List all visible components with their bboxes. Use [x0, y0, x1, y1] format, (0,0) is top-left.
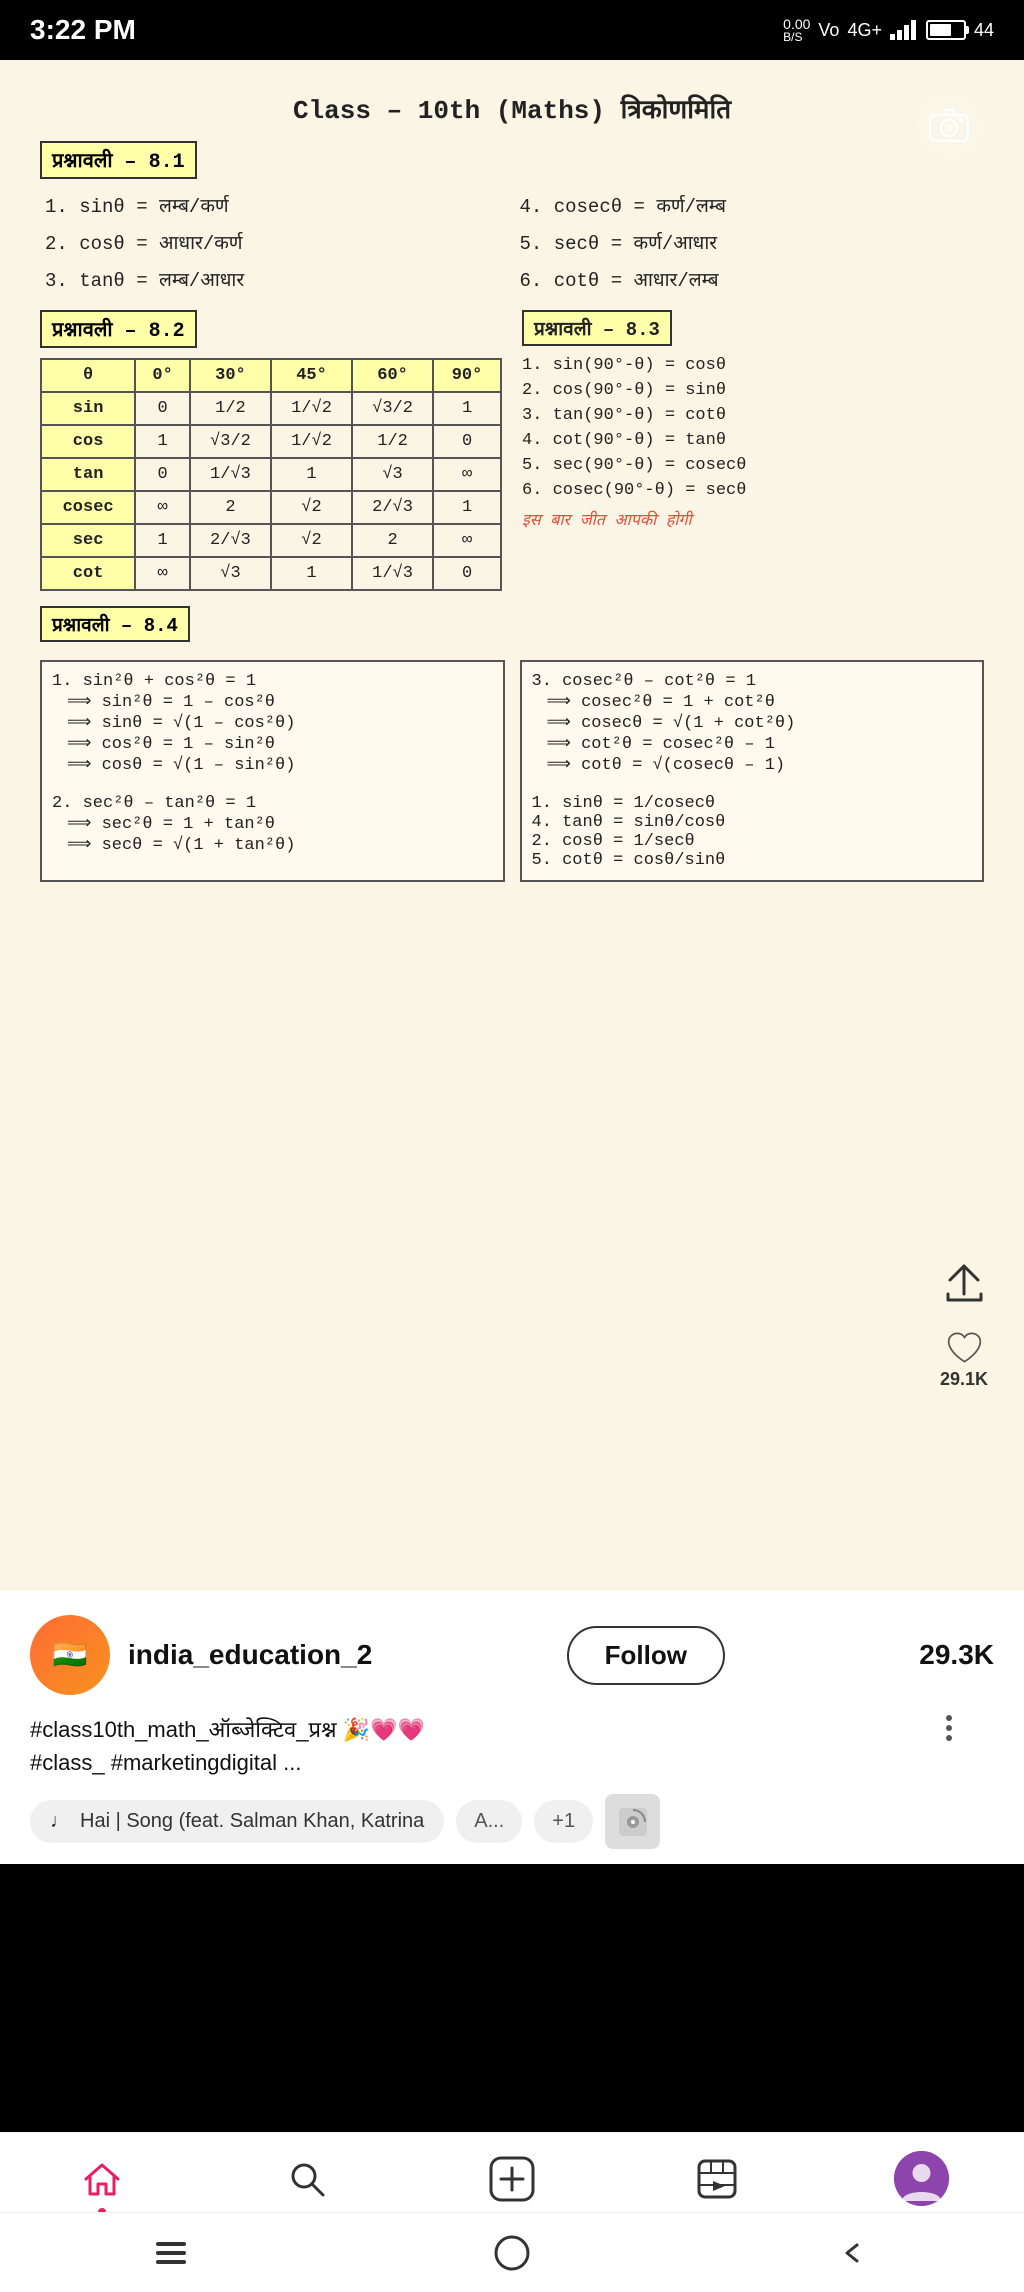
user-row: 🇮🇳 india_education_2 Follow 29.3K — [30, 1615, 994, 1695]
identity-right: 3. cosec²θ – cot²θ = 1 ⟹ cosec²θ = 1 + c… — [520, 660, 985, 882]
section-8-3: प्रश्नावली – 8.3 1. sin(90°-θ) = cosθ 2.… — [522, 310, 984, 591]
def-6: 6. cotθ = आधार/लम्ब — [515, 263, 985, 295]
vo-indicator: Vo — [818, 20, 839, 41]
system-home-button[interactable] — [484, 2225, 539, 2280]
id-left-4: ⟹ cos²θ = 1 – sin²θ — [67, 733, 493, 754]
table-row: sin 0 1/2 1/√2 √3/2 1 — [41, 392, 501, 425]
status-icons: 0.00 B/S Vo 4G+ 44 — [783, 17, 994, 43]
def-2: 2. cosθ = आधार/कर्ण — [40, 226, 510, 258]
nav-reels[interactable] — [689, 2151, 744, 2206]
id-right-8: 2. cosθ = 1/secθ — [532, 832, 973, 851]
table-row: tan 0 1/√3 1 √3 ∞ — [41, 458, 501, 491]
section-8-2-label: प्रश्नावली – 8.2 — [40, 310, 197, 348]
section-8-1-label: प्रश्नावली – 8.1 — [40, 141, 197, 179]
follow-button[interactable]: Follow — [567, 1626, 725, 1685]
music-pill[interactable]: ♩ Hai | Song (feat. Salman Khan, Katrina — [30, 1800, 444, 1843]
identities-grid: 1. sin²θ + cos²θ = 1 ⟹ sin²θ = 1 – cos²θ… — [40, 660, 984, 882]
home-icon — [75, 2151, 130, 2206]
post-caption: #class10th_math_ऑब्जेक्टिव_प्रश्न 🎉💗💗 #c… — [30, 1713, 994, 1779]
id-right-9: 5. cotθ = cosθ/sinθ — [532, 851, 973, 870]
comp-item-2: 2. cos(90°-θ) = sinθ — [522, 381, 984, 400]
add-icon — [484, 2151, 539, 2206]
win-text: इस बार जीत आपकी होगी — [522, 508, 984, 530]
id-left-2: ⟹ sin²θ = 1 – cos²θ — [67, 691, 493, 712]
nav-add[interactable] — [484, 2151, 539, 2206]
trig-table-section-8-2: प्रश्नावली – 8.2 θ 0° 30° 45° 60° 90° — [40, 310, 502, 591]
notes-title: Class – 10th (Maths) त्रिकोणमिति — [40, 90, 984, 126]
post-image[interactable]: Class – 10th (Maths) त्रिकोणमिति प्रश्ना… — [0, 60, 1024, 1590]
nav-home[interactable] — [75, 2151, 130, 2216]
status-time: 3:22 PM — [30, 14, 136, 46]
comp-item-4: 4. cot(90°-θ) = tanθ — [522, 431, 984, 450]
comp-item-6: 6. cosec(90°-θ) = secθ — [522, 481, 984, 500]
table-row: cos 1 √3/2 1/√2 1/2 0 — [41, 425, 501, 458]
table-row: cosec ∞ 2 √2 2/√3 1 — [41, 491, 501, 524]
id-right-1: 3. cosec²θ – cot²θ = 1 — [532, 672, 973, 691]
def-5: 5. secθ = कर्ण/आधार — [515, 226, 985, 258]
signal-icon — [890, 20, 918, 40]
nav-search[interactable] — [280, 2151, 335, 2206]
system-back-button[interactable] — [826, 2225, 881, 2280]
id-right-7: 4. tanθ = sinθ/cosθ — [532, 813, 973, 832]
music-thumbnail[interactable] — [605, 1794, 660, 1849]
id-right-3: ⟹ cosecθ = √(1 + cot²θ) — [547, 712, 973, 733]
music-extra-2[interactable]: +1 — [534, 1800, 593, 1843]
def-1: 1. sinθ = लम्ब/कर्ण — [40, 189, 510, 221]
username[interactable]: india_education_2 — [128, 1639, 372, 1671]
reels-icon — [689, 2151, 744, 2206]
math-notes-content: Class – 10th (Maths) त्रिकोणमिति प्रश्ना… — [0, 60, 1024, 1590]
section-8-3-label: प्रश्नावली – 8.3 — [522, 310, 672, 346]
comp-item-3: 3. tan(90°-θ) = cotθ — [522, 406, 984, 425]
like-button[interactable]: 29.1K — [934, 1330, 994, 1390]
id-left-3: ⟹ sinθ = √(1 – cos²θ) — [67, 712, 493, 733]
avatar[interactable]: 🇮🇳 — [30, 1615, 110, 1695]
post-likes-count: 29.3K — [919, 1639, 994, 1671]
nav-profile[interactable] — [894, 2151, 949, 2206]
trig-sections: प्रश्नावली – 8.2 θ 0° 30° 45° 60° 90° — [40, 310, 984, 591]
caption-row: #class10th_math_ऑब्जेक्टिव_प्रश्न 🎉💗💗 #c… — [30, 1713, 994, 1779]
battery-icon — [926, 20, 966, 40]
comp-item-5: 5. sec(90°-θ) = cosecθ — [522, 456, 984, 475]
bottom-panel: 🇮🇳 india_education_2 Follow 29.3K #class… — [0, 1590, 1024, 1864]
identity-left: 1. sin²θ + cos²θ = 1 ⟹ sin²θ = 1 – cos²θ… — [40, 660, 505, 882]
status-bar: 3:22 PM 0.00 B/S Vo 4G+ 44 — [0, 0, 1024, 60]
system-nav — [0, 2212, 1024, 2292]
id-left-8: ⟹ secθ = √(1 + tan²θ) — [67, 834, 493, 855]
table-row: cot ∞ √3 1 1/√3 0 — [41, 557, 501, 590]
music-row: ♩ Hai | Song (feat. Salman Khan, Katrina… — [30, 1794, 994, 1849]
id-right-6: 1. sinθ = 1/cosecθ — [532, 794, 973, 813]
table-row: sec 1 2/√3 √2 2 ∞ — [41, 524, 501, 557]
music-label: Hai | Song (feat. Salman Khan, Katrina — [80, 1810, 424, 1833]
profile-avatar — [894, 2151, 949, 2206]
trig-values-table: θ 0° 30° 45° 60° 90° sin 0 1/2 — [40, 358, 502, 591]
system-menu-button[interactable] — [143, 2225, 198, 2280]
id-right-5: ⟹ cotθ = √(cosecθ – 1) — [547, 754, 973, 775]
comp-item-1: 1. sin(90°-θ) = cosθ — [522, 356, 984, 375]
id-right-2: ⟹ cosec²θ = 1 + cot²θ — [547, 691, 973, 712]
network-speed: 0.00 B/S — [783, 17, 810, 43]
like-count: 29.1K — [940, 1369, 988, 1390]
more-options-button[interactable] — [934, 1713, 964, 1743]
id-right-4: ⟹ cot²θ = cosec²θ – 1 — [547, 733, 973, 754]
lte-indicator: 4G+ — [847, 20, 882, 41]
search-icon — [280, 2151, 335, 2206]
definitions-grid: 1. sinθ = लम्ब/कर्ण 4. cosecθ = कर्ण/लम्… — [40, 189, 984, 295]
id-left-5: ⟹ cosθ = √(1 – sin²θ) — [67, 754, 493, 775]
battery-percent: 44 — [974, 20, 994, 41]
music-extra-1[interactable]: A... — [456, 1800, 522, 1843]
id-left-7: ⟹ sec²θ = 1 + tan²θ — [67, 813, 493, 834]
music-note-icon: ♩ — [50, 1810, 70, 1833]
share-button[interactable] — [934, 1250, 994, 1310]
def-3: 3. tanθ = लम्ब/आधार — [40, 263, 510, 295]
camera-button[interactable] — [914, 90, 984, 160]
id-left-1: 1. sin²θ + cos²θ = 1 — [52, 672, 493, 691]
section-8-4: प्रश्नावली – 8.4 1. sin²θ + cos²θ = 1 ⟹ … — [40, 606, 984, 882]
section-8-4-label: प्रश्नावली – 8.4 — [40, 606, 190, 642]
user-info: 🇮🇳 india_education_2 — [30, 1615, 372, 1695]
right-actions: 29.1K — [934, 1250, 994, 1390]
id-left-6: 2. sec²θ – tan²θ = 1 — [52, 794, 493, 813]
def-4: 4. cosecθ = कर्ण/लम्ब — [515, 189, 985, 221]
